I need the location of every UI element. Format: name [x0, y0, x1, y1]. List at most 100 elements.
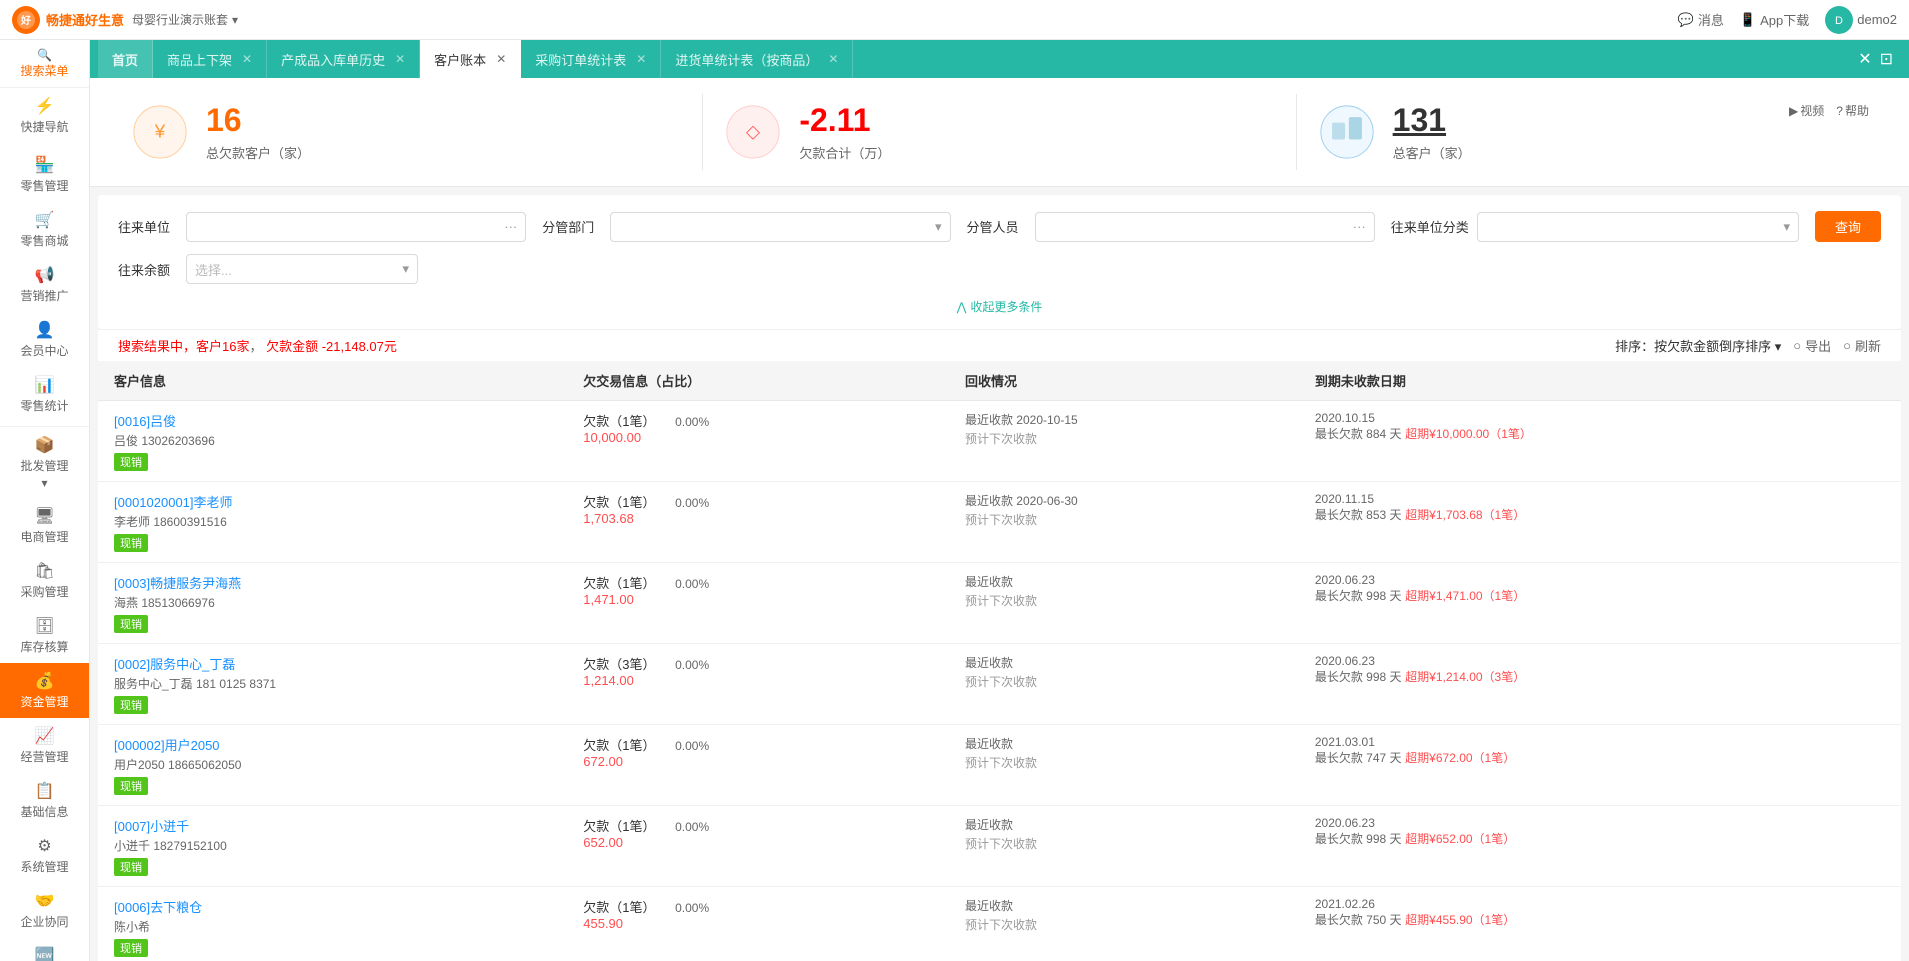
tab-purchase-stats-close-btn[interactable]: ✕	[636, 52, 646, 66]
tab-customer-account-label: 客户账本	[434, 50, 486, 69]
debt-count-3: 欠款（3笔）	[583, 657, 655, 672]
tab-goods-close-btn[interactable]: ✕	[242, 52, 252, 66]
tab-customer-account-close-btn[interactable]: ✕	[496, 52, 506, 66]
sidebar-item-quick-nav[interactable]: ⚡ 快捷导航	[0, 88, 89, 143]
sidebar-item-new-guide[interactable]: 🆕 新手引导	[0, 938, 89, 961]
help-icon: ?	[1836, 104, 1843, 118]
overdue-amount-5[interactable]: 超期¥652.00（1笔）	[1405, 832, 1515, 846]
customer-name-5[interactable]: 小迸千	[150, 819, 189, 834]
overdue-amount-3[interactable]: 超期¥1,214.00（3笔）	[1405, 670, 1525, 684]
help-btn[interactable]: ? 帮助	[1836, 102, 1869, 119]
sidebar-item-inventory[interactable]: 🗄 库存核算	[0, 608, 89, 663]
filter-balance-select[interactable]: 选择... ▾	[186, 254, 418, 284]
tab-purchase-order-stats[interactable]: 采购订单统计表 ✕	[521, 40, 661, 78]
customer-code-0[interactable]: [0016]	[114, 414, 150, 429]
customer-code-2[interactable]: [0003]	[114, 576, 150, 591]
overdue-days-5: 最长欠款 998 天	[1315, 832, 1402, 846]
view-video-btn[interactable]: ▶ 视频	[1789, 102, 1824, 119]
sidebar-item-zero-sales-mgmt[interactable]: 🏪 零售管理	[0, 147, 89, 202]
sidebar-item-ecommerce[interactable]: 🖥 电商管理	[0, 498, 89, 553]
mall-icon: 🛒	[35, 210, 55, 230]
sidebar-item-basic-info[interactable]: 📋 基础信息	[0, 773, 89, 828]
customer-tag-5: 现销	[114, 858, 148, 876]
customer-name-2[interactable]: 畅捷服务尹海燕	[150, 576, 241, 591]
cell-recovery-2: 最近收款 预计下次收款	[949, 563, 1299, 644]
system-icon: ⚙	[37, 836, 51, 856]
results-summary: 搜索结果中，客户16家	[118, 339, 249, 354]
sidebar-item-enterprise-coop[interactable]: 🤝 企业协同	[0, 883, 89, 938]
dept-arrow-icon: ▾	[935, 219, 942, 235]
debt-amount-4[interactable]: 672.00	[583, 754, 623, 769]
tab-inbound-stats-close-btn[interactable]: ✕	[828, 52, 838, 66]
unit-category-arrow-icon: ▾	[1783, 219, 1790, 235]
stat-number-debt-customers: 16	[206, 102, 310, 139]
sidebar-search-label[interactable]: 搜索菜单	[6, 62, 83, 79]
customer-name-1[interactable]: 李老师	[194, 495, 233, 510]
overdue-amount-2[interactable]: 超期¥1,471.00（1笔）	[1405, 589, 1525, 603]
customer-code-3[interactable]: [0002]	[114, 657, 150, 672]
tab-product-inbound-close-btn[interactable]: ✕	[395, 52, 405, 66]
tab-home[interactable]: 首页	[98, 40, 153, 78]
debt-amount-2[interactable]: 1,471.00	[583, 592, 634, 607]
customer-name-4[interactable]: 用户2050	[165, 738, 220, 753]
debt-amount-0[interactable]: 10,000.00	[583, 430, 641, 445]
filter-row-1: 往来单位 ··· 分管部门 ▾ 分管人员	[118, 211, 1881, 242]
export-btn[interactable]: ○ 导出	[1793, 336, 1831, 355]
query-button[interactable]: 查询	[1815, 211, 1881, 242]
app-download-btn[interactable]: 📱 App下载	[1740, 10, 1809, 29]
due-date-0: 2020.10.15	[1315, 411, 1885, 425]
tab-close-all-btn[interactable]: ✕	[1858, 49, 1871, 69]
filter-source-unit-input[interactable]: ···	[186, 212, 526, 242]
results-info: 搜索结果中，客户16家， 欠款金额 -21,148.07元	[118, 336, 397, 355]
sidebar-item-system[interactable]: ⚙ 系统管理	[0, 828, 89, 883]
sidebar-search[interactable]: 🔍 搜索菜单	[0, 40, 89, 88]
customer-name-0[interactable]: 吕俊	[150, 414, 176, 429]
sidebar-item-zero-stats[interactable]: 📊 零售统计	[0, 367, 89, 422]
sidebar-item-purchase[interactable]: 🛍 采购管理	[0, 553, 89, 608]
message-btn[interactable]: 💬 消息	[1678, 10, 1724, 29]
customer-name-3[interactable]: 服务中心_丁磊	[150, 657, 235, 672]
recovery-date-5: 最近收款	[965, 816, 1283, 833]
tab-inbound-stats[interactable]: 进货单统计表（按商品） ✕	[661, 40, 853, 78]
sidebar-item-zero-mall[interactable]: 🛒 零售商城	[0, 202, 89, 257]
overdue-amount-4[interactable]: 超期¥672.00（1笔）	[1405, 751, 1515, 765]
debt-amount-3[interactable]: 1,214.00	[583, 673, 634, 688]
tenant-selector[interactable]: 母婴行业演示账套 ▾	[132, 11, 238, 28]
tab-customer-account[interactable]: 客户账本 ✕	[420, 40, 521, 78]
customer-tag-3: 现销	[114, 696, 148, 714]
stat-top-right-actions: ▶ 视频 ? 帮助	[1789, 102, 1869, 119]
tab-goods-online-offline[interactable]: 商品上下架 ✕	[153, 40, 267, 78]
user-avatar[interactable]: D demo2	[1825, 6, 1897, 34]
sidebar-item-member-center[interactable]: 👤 会员中心	[0, 312, 89, 367]
customer-code-4[interactable]: [000002]	[114, 738, 165, 753]
overdue-amount-1[interactable]: 超期¥1,703.68（1笔）	[1405, 508, 1525, 522]
sidebar-item-batch-mgmt[interactable]: 📦 批发管理 ▾	[0, 427, 89, 498]
sidebar-item-capital[interactable]: 💰 资金管理	[0, 663, 89, 718]
filter-unit-category-input[interactable]: ▾	[1477, 212, 1799, 242]
tab-product-inbound[interactable]: 产成品入库单历史 ✕	[267, 40, 420, 78]
tab-maximize-btn[interactable]: ⊡	[1880, 49, 1893, 69]
tab-goods-label: 商品上下架	[167, 50, 232, 69]
customer-name-6[interactable]: 去下粮仓	[150, 900, 202, 915]
sort-label: 排序：按欠款金额倒序排序 ▾	[1615, 336, 1781, 355]
customer-code-6[interactable]: [0006]	[114, 900, 150, 915]
customer-phone-0: 吕俊 13026203696	[114, 432, 551, 449]
overdue-amount-6[interactable]: 超期¥455.90（1笔）	[1405, 913, 1515, 927]
overdue-amount-0[interactable]: 超期¥10,000.00（1笔）	[1405, 427, 1532, 441]
debt-amount-1[interactable]: 1,703.68	[583, 511, 634, 526]
sidebar-item-marketing[interactable]: 📢 营销推广	[0, 257, 89, 312]
filter-dept-input[interactable]: ▾	[610, 212, 950, 242]
filter-person-input[interactable]: ···	[1035, 212, 1375, 242]
debt-amount-6[interactable]: 455.90	[583, 916, 623, 931]
due-date-6: 2021.02.26	[1315, 897, 1885, 911]
debt-ratio-1: 0.00%	[675, 496, 709, 510]
customer-code-1[interactable]: [0001020001]	[114, 495, 194, 510]
overdue-days-3: 最长欠款 998 天	[1315, 670, 1402, 684]
refresh-btn[interactable]: ○ 刷新	[1843, 336, 1881, 355]
collapse-filter-btn[interactable]: ⋀ 收起更多条件	[118, 292, 1881, 321]
sidebar-item-basic-info-label: 基础信息	[20, 803, 68, 820]
collapse-up-icon: ⋀	[957, 300, 967, 314]
customer-code-5[interactable]: [0007]	[114, 819, 150, 834]
debt-amount-5[interactable]: 652.00	[583, 835, 623, 850]
sidebar-item-ops[interactable]: 📈 经营管理	[0, 718, 89, 773]
